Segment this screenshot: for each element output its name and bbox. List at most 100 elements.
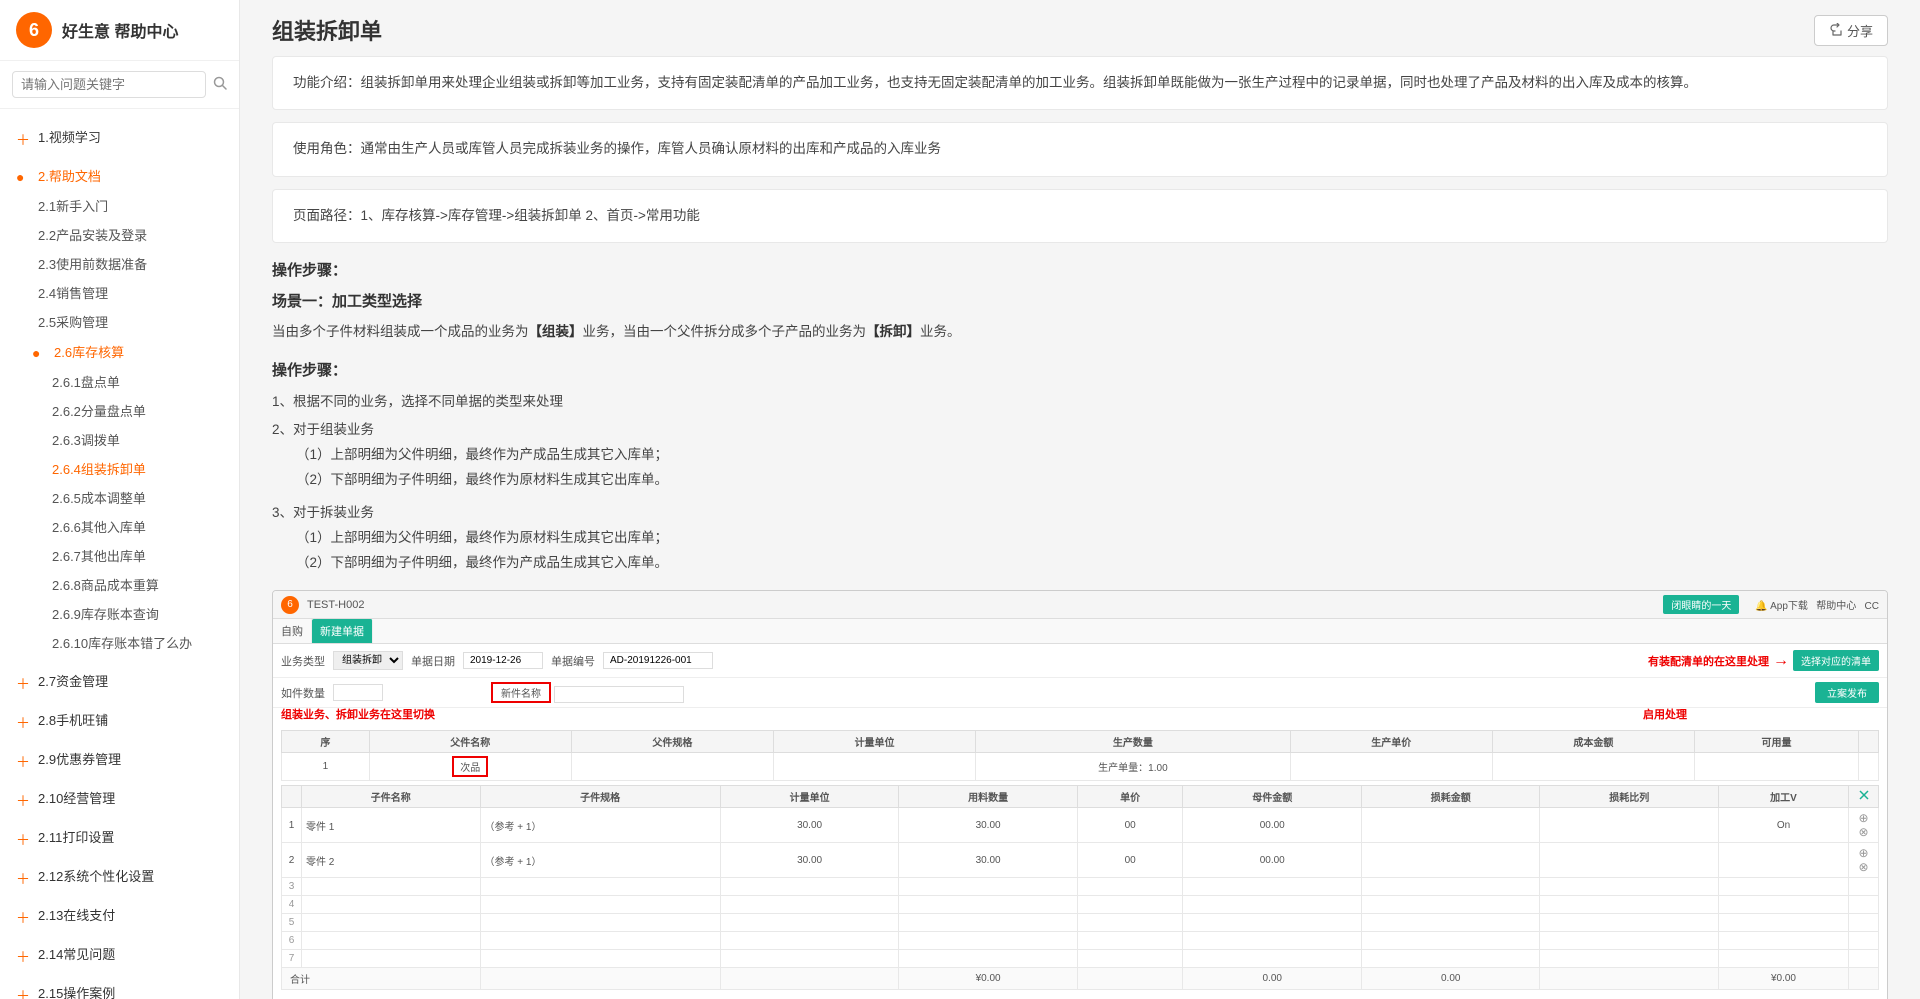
- ss-tab-zg[interactable]: 自购: [273, 619, 312, 643]
- sidebar-item-install[interactable]: 2.2产品安装及登录: [0, 220, 239, 249]
- ss-row1-price: 00: [1077, 808, 1183, 843]
- ss-tab-new[interactable]: 新建单据: [312, 619, 373, 643]
- ss-row2-del-icon[interactable]: ⊗: [1858, 860, 1868, 874]
- sidebar-item-inventory-label: 2.6库存核算: [54, 342, 124, 361]
- sidebar-item-ops[interactable]: ＋ 2.10经营管理: [0, 782, 239, 813]
- ss-footer-5: [1077, 968, 1183, 990]
- search-icon[interactable]: [212, 75, 228, 94]
- ss-th-produce-qty: 生产数量: [976, 731, 1291, 753]
- scene1-desc: 当由多个子件材料组装成一个成品的业务为【组装】业务，当由一个父件拆分成多个子产品…: [272, 319, 1888, 345]
- ss-row5-qty: [899, 914, 1078, 932]
- sidebar-item-partial-stocktake[interactable]: 2.6.2分量盘点单: [0, 396, 239, 425]
- screenshot-container: 6 TEST-H002 闭眼睛的一天 🔔 App下载 帮助中心 CC 自购 新建…: [272, 590, 1888, 999]
- plus-icon-9: ＋: [16, 908, 30, 922]
- ss-row4-lrate: [1540, 896, 1719, 914]
- ss-th-parent-name: 父件名称: [369, 731, 571, 753]
- sidebar-item-customize[interactable]: ＋ 2.12系统个性化设置: [0, 860, 239, 891]
- screenshot-inner: 6 TEST-H002 闭眼睛的一天 🔔 App下载 帮助中心 CC 自购 新建…: [273, 591, 1887, 999]
- sidebar-item-mobile[interactable]: ＋ 2.8手机旺铺: [0, 704, 239, 735]
- sidebar-item-customize-label: 2.12系统个性化设置: [38, 866, 154, 885]
- ss-new-btn[interactable]: 闭眼睛的一天: [1663, 595, 1739, 614]
- sidebar-item-sales[interactable]: 2.4销售管理: [0, 278, 239, 307]
- ss-th-available: 可用量: [1694, 731, 1858, 753]
- ss-qty-input[interactable]: [333, 684, 383, 701]
- ss-row3-lamount: [1361, 878, 1540, 896]
- ss-row7-mamount: [1183, 950, 1362, 968]
- ss-footer-9: ¥0.00: [1718, 968, 1848, 990]
- sidebar-item-payment[interactable]: ＋ 2.13在线支付: [0, 899, 239, 930]
- ss-td-7: [1492, 753, 1694, 781]
- ss-row6-price: [1077, 932, 1183, 950]
- ss-row2-spec: （参考 + 1）: [480, 843, 720, 878]
- sidebar-item-faq[interactable]: ＋ 2.14常见问题: [0, 938, 239, 969]
- search-input[interactable]: [12, 71, 206, 98]
- share-icon: [1829, 23, 1843, 37]
- sidebar-item-purchase[interactable]: 2.5采购管理: [0, 307, 239, 336]
- ss-confirm-area: 立案发布: [1815, 682, 1879, 703]
- plus-icon-10: ＋: [16, 947, 30, 961]
- ss-row6-lrate: [1540, 932, 1719, 950]
- ss-row3-process: [1718, 878, 1848, 896]
- sidebar-item-other-out[interactable]: 2.6.7其他出库单: [0, 541, 239, 570]
- ss-row2-qty: 30.00: [899, 843, 1078, 878]
- ss-row7-process: [1718, 950, 1848, 968]
- ss-annotation4: 启用处理: [1643, 706, 1687, 722]
- ss-row3-lrate: [1540, 878, 1719, 896]
- sidebar-item-other-in[interactable]: 2.6.6其他入库单: [0, 512, 239, 541]
- ss-row5-unit: [720, 914, 899, 932]
- sidebar-item-cases[interactable]: ＋ 2.15操作案例: [0, 977, 239, 999]
- sidebar-item-print[interactable]: ＋ 2.11打印设置: [0, 821, 239, 852]
- ss-row3-unit: [720, 878, 899, 896]
- nav-section-customize: ＋ 2.12系统个性化设置: [0, 856, 239, 895]
- sidebar-item-inventory-book[interactable]: 2.6.9库存账本查询: [0, 599, 239, 628]
- ss-row3-price: [1077, 878, 1183, 896]
- ss-row2-lrate: [1540, 843, 1719, 878]
- sidebar-item-coupon[interactable]: ＋ 2.9优惠券管理: [0, 743, 239, 774]
- ss-row4-name: [302, 896, 481, 914]
- ss-bom-btn[interactable]: 选择对应的清单: [1793, 650, 1879, 671]
- sidebar-item-data-prep[interactable]: 2.3使用前数据准备: [0, 249, 239, 278]
- ss-th2-child-spec: 子件规格: [480, 786, 720, 808]
- nav-section-ops: ＋ 2.10经营管理: [0, 778, 239, 817]
- sidebar-item-transfer[interactable]: 2.6.3调拨单: [0, 425, 239, 454]
- sidebar-item-cost-adjust[interactable]: 2.6.5成本调整单: [0, 483, 239, 512]
- nav-list: ＋ 1.视频学习 ● 2.帮助文档 2.1新手入门 2.2产品安装及登录 2.3…: [0, 109, 239, 999]
- nav-section-1: ＋ 1.视频学习: [0, 117, 239, 156]
- ss-app-tabs: 自购 新建单据: [273, 619, 1887, 644]
- ss-row1-del-icon[interactable]: ⊗: [1858, 825, 1868, 839]
- operations-title: 操作步骤：: [272, 259, 1888, 280]
- sidebar-item-help-docs[interactable]: ● 2.帮助文档: [0, 160, 239, 191]
- ss-num-input[interactable]: [603, 652, 713, 669]
- ss-type-select[interactable]: 组装拆卸: [333, 651, 403, 670]
- plus-icon: ＋: [16, 130, 30, 144]
- minus-icon-2: ●: [32, 345, 46, 359]
- ss-row2-unit: 30.00: [720, 843, 899, 878]
- ss-row1-copy-icon[interactable]: ⊕: [1858, 811, 1868, 825]
- ss-th-unit: 计量单位: [774, 731, 976, 753]
- ss-name-input[interactable]: [554, 686, 684, 703]
- sidebar-item-stocktake[interactable]: 2.6.1盘点单: [0, 367, 239, 396]
- ss-row4-mamount: [1183, 896, 1362, 914]
- sidebar-item-video[interactable]: ＋ 1.视频学习: [0, 121, 239, 152]
- ss-row1-process: On: [1718, 808, 1848, 843]
- sidebar-item-inventory-error[interactable]: 2.6.10库存账本错了么办: [0, 628, 239, 657]
- ss-form-area: 业务类型 组装拆卸 单据日期 单据编号 有装配清单的在这里处理 → 选择对应的清…: [273, 644, 1887, 678]
- ss-row1-action[interactable]: ⊕ ⊗: [1849, 808, 1879, 843]
- main-content: 组装拆卸单 分享 功能介绍：组装拆卸单用来处理企业组装或拆卸等加工业务，支持有固…: [240, 0, 1920, 999]
- share-button[interactable]: 分享: [1814, 15, 1888, 46]
- ss-date-input[interactable]: [463, 652, 543, 669]
- ss-th2-use-qty: 用料数量: [899, 786, 1078, 808]
- sidebar-item-finance[interactable]: ＋ 2.7资金管理: [0, 665, 239, 696]
- ss-confirm-btn[interactable]: 立案发布: [1815, 682, 1879, 703]
- sidebar-item-newcomer[interactable]: 2.1新手入门: [0, 191, 239, 220]
- ss-row2-action[interactable]: ⊕ ⊗: [1849, 843, 1879, 878]
- sidebar-item-video-label: 1.视频学习: [38, 127, 101, 146]
- sidebar-item-cost-recalc[interactable]: 2.6.8商品成本重算: [0, 570, 239, 599]
- ss-row2-copy-icon[interactable]: ⊕: [1858, 846, 1868, 860]
- ss-row4-spec: [480, 896, 720, 914]
- ss-footer-label: 合计: [282, 968, 481, 990]
- step-1: 1、根据不同的业务，选择不同单据的类型来处理: [272, 390, 1888, 410]
- sidebar-item-assembly[interactable]: 2.6.4组装拆卸单: [0, 454, 239, 483]
- sidebar-item-inventory[interactable]: ● 2.6库存核算: [0, 336, 239, 367]
- ss-th-action: [1859, 731, 1879, 753]
